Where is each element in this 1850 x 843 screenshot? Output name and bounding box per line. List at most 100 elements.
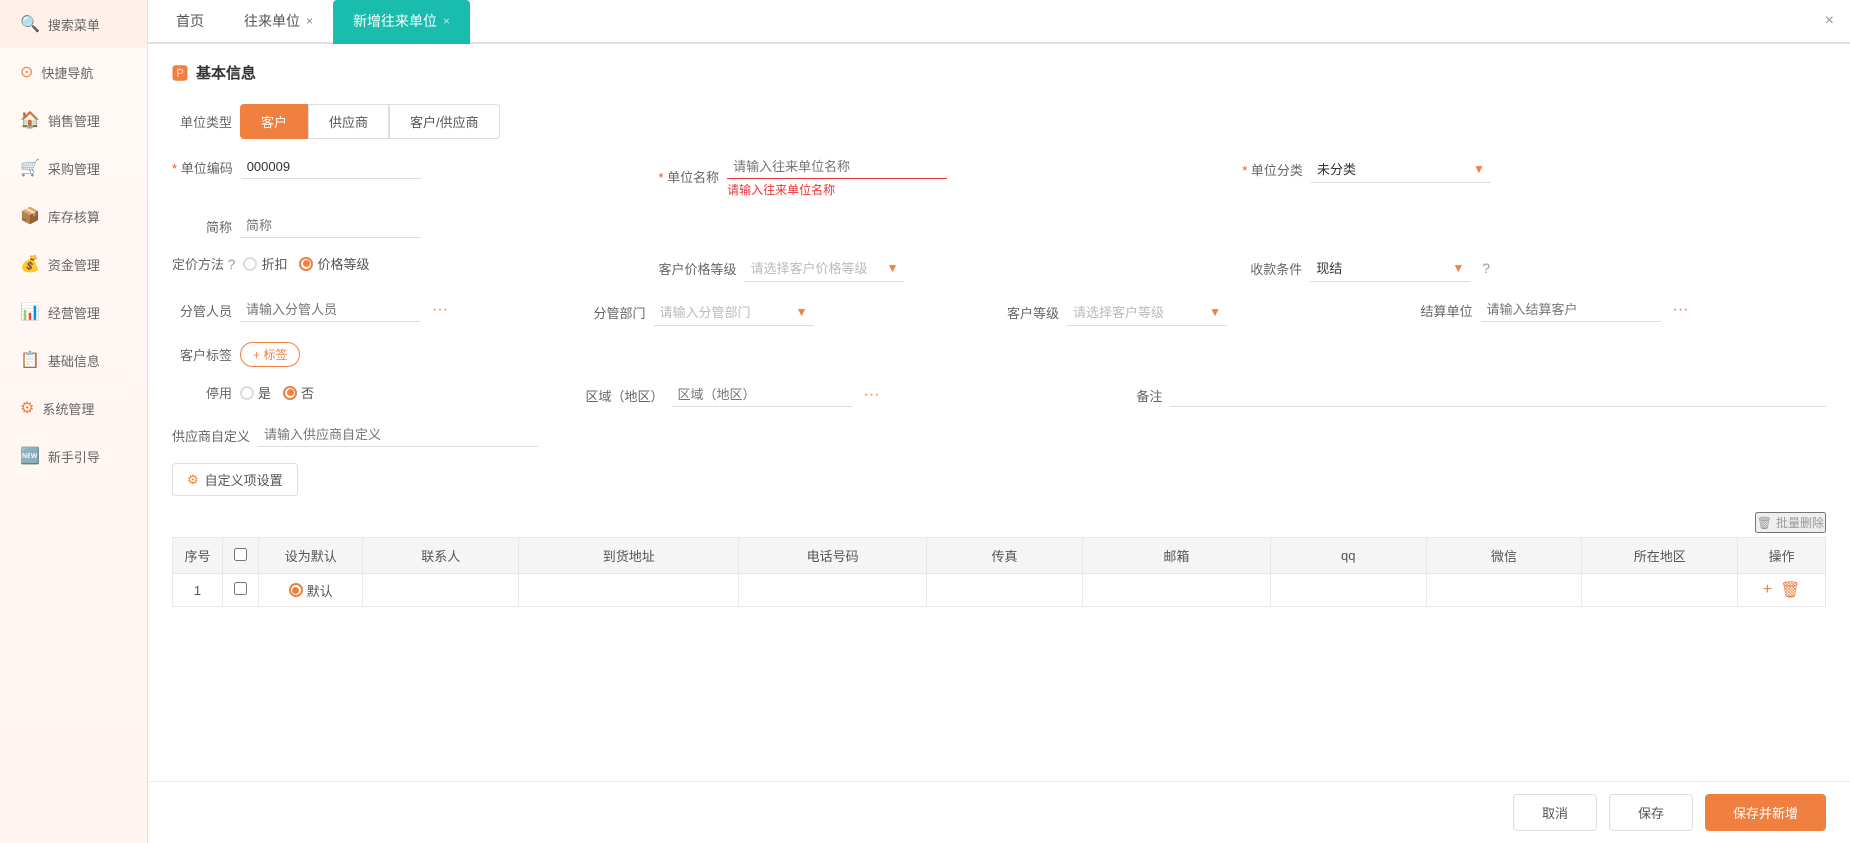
sidebar-label-purchase: 采购管理	[48, 159, 100, 178]
settlement-label: 结算单位	[1413, 301, 1473, 320]
unit-name-label: * 单位名称	[658, 167, 719, 186]
td-no: 1	[173, 574, 223, 607]
sidebar-item-system[interactable]: ⚙ 系统管理	[0, 384, 147, 432]
tab-new-partner-close[interactable]: ×	[443, 14, 450, 28]
save-and-new-button[interactable]: 保存并新增	[1705, 794, 1826, 831]
sales-icon: 🏠	[20, 110, 40, 130]
sidebar-label-basic: 基础信息	[48, 351, 100, 370]
td-default: 默认	[259, 574, 363, 607]
sidebar-item-basic[interactable]: 📋 基础信息	[0, 336, 147, 384]
type-btn-both[interactable]: 客户/供应商	[389, 104, 500, 139]
short-name-input[interactable]	[240, 214, 420, 238]
type-btn-customer[interactable]: 客户	[240, 104, 308, 139]
unit-category-label: * 单位分类	[1242, 160, 1303, 179]
delete-row-button[interactable]: 🗑	[1780, 580, 1800, 600]
radio-price-level[interactable]: 价格等级	[299, 254, 369, 273]
th-no: 序号	[173, 538, 223, 574]
radio-yes[interactable]: 是	[240, 383, 271, 402]
region-more-btn[interactable]: ···	[860, 386, 884, 404]
customer-price-label: 客户价格等级	[658, 259, 736, 278]
payment-term-label: 收款条件	[1242, 259, 1302, 278]
settlement-input[interactable]	[1481, 298, 1661, 322]
td-fax[interactable]	[927, 574, 1083, 607]
sidebar-item-search[interactable]: 🔍 搜索菜单	[0, 0, 147, 48]
customer-level-select[interactable]: 请选择客户等级 ▼	[1067, 298, 1227, 326]
email-input[interactable]	[1126, 583, 1226, 598]
wechat-input[interactable]	[1464, 583, 1544, 598]
td-checkbox[interactable]	[223, 574, 259, 607]
phone-input[interactable]	[783, 583, 883, 598]
sidebar-item-sales[interactable]: 🏠 销售管理	[0, 96, 147, 144]
td-wechat[interactable]	[1426, 574, 1582, 607]
tab-partners-close[interactable]: ×	[306, 14, 313, 28]
add-row-button[interactable]: +	[1763, 581, 1772, 599]
sidebar-item-inventory[interactable]: 📦 库存核算	[0, 192, 147, 240]
tab-new-partner[interactable]: 新增往来单位 ×	[333, 0, 470, 44]
payment-term-select[interactable]: 现结 ▼	[1310, 254, 1470, 282]
td-phone[interactable]	[739, 574, 927, 607]
custom-settings-button[interactable]: ⚙ 自定义项设置	[172, 463, 298, 496]
sidebar-item-guide[interactable]: 🆕 新手引导	[0, 432, 147, 480]
region-label: 区域（地区）	[586, 386, 664, 405]
sidebar-label-sales: 销售管理	[48, 111, 100, 130]
unit-code-input[interactable]	[241, 155, 421, 179]
td-region[interactable]	[1582, 574, 1738, 607]
manager-more-btn[interactable]: ···	[428, 301, 452, 319]
sidebar-item-purchase[interactable]: 🛒 采购管理	[0, 144, 147, 192]
department-select[interactable]: 请输入分管部门 ▼	[654, 298, 814, 326]
batch-delete-button[interactable]: 🗑 批量删除	[1755, 512, 1826, 533]
unit-type-row: 单位类型 客户 供应商 客户/供应商	[172, 104, 1826, 139]
sidebar-item-quicknav[interactable]: ⊙ 快捷导航	[0, 48, 147, 96]
radio-no[interactable]: 否	[283, 383, 314, 402]
td-address[interactable]	[519, 574, 739, 607]
type-btn-supplier[interactable]: 供应商	[308, 104, 389, 139]
save-button[interactable]: 保存	[1609, 794, 1693, 831]
unit-category-select[interactable]: 未分类 ▼	[1311, 155, 1491, 183]
window-close-button[interactable]: ×	[1817, 8, 1842, 34]
region-input[interactable]	[672, 383, 852, 407]
sidebar-item-operations[interactable]: 📊 经营管理	[0, 288, 147, 336]
settlement-more-btn[interactable]: ···	[1669, 301, 1693, 319]
section-basic-info: 🅿 基本信息	[172, 60, 1826, 84]
td-action: + 🗑	[1738, 574, 1826, 607]
radio-price-level-circle	[299, 257, 313, 271]
sidebar-item-finance[interactable]: 💰 资金管理	[0, 240, 147, 288]
add-tag-button[interactable]: + 标签	[240, 342, 300, 367]
qq-input[interactable]	[1308, 583, 1388, 598]
th-address: 到货地址	[519, 538, 739, 574]
address-input[interactable]	[569, 583, 689, 598]
td-qq[interactable]	[1270, 574, 1426, 607]
note-input[interactable]	[1170, 383, 1826, 407]
radio-discount[interactable]: 折扣	[243, 254, 287, 273]
cancel-button[interactable]: 取消	[1513, 794, 1597, 831]
tab-home[interactable]: 首页	[156, 0, 224, 44]
chevron-dept: ▼	[796, 305, 808, 319]
default-radio[interactable]: 默认	[267, 581, 354, 600]
default-radio-circle	[289, 583, 303, 597]
pricing-radio-group: 折扣 价格等级	[243, 254, 369, 273]
gear-icon: ⚙	[187, 472, 199, 488]
row-checkbox[interactable]	[234, 582, 247, 595]
td-email[interactable]	[1082, 574, 1270, 607]
select-all-checkbox[interactable]	[234, 548, 247, 561]
main-content: 首页 往来单位 × 新增往来单位 × × 🅿 基本信息 单位类型 客户 供应商 …	[148, 0, 1850, 843]
unit-name-input[interactable]	[727, 155, 947, 179]
th-qq: qq	[1270, 538, 1426, 574]
manager-input[interactable]	[240, 298, 420, 322]
help-icon-pricing[interactable]: ?	[228, 256, 236, 272]
th-fax: 传真	[927, 538, 1083, 574]
help-icon-payment[interactable]: ?	[1482, 260, 1490, 276]
sidebar-label-quicknav: 快捷导航	[41, 63, 93, 82]
supplier-custom-input[interactable]	[258, 423, 538, 447]
fax-input[interactable]	[965, 583, 1045, 598]
table-row: 1 默认	[173, 574, 1826, 607]
unit-name-group: * 单位名称 请输入往来单位名称	[658, 155, 1242, 198]
td-contact[interactable]	[363, 574, 519, 607]
th-checkbox[interactable]	[223, 538, 259, 574]
purchase-icon: 🛒	[20, 158, 40, 178]
contact-input[interactable]	[401, 583, 481, 598]
form-area: 🅿 基本信息 单位类型 客户 供应商 客户/供应商 * 单位编码	[148, 44, 1850, 781]
row-region-input[interactable]	[1620, 583, 1700, 598]
tab-partners[interactable]: 往来单位 ×	[224, 0, 333, 44]
customer-price-select[interactable]: 请选择客户价格等级 ▼	[744, 254, 904, 282]
